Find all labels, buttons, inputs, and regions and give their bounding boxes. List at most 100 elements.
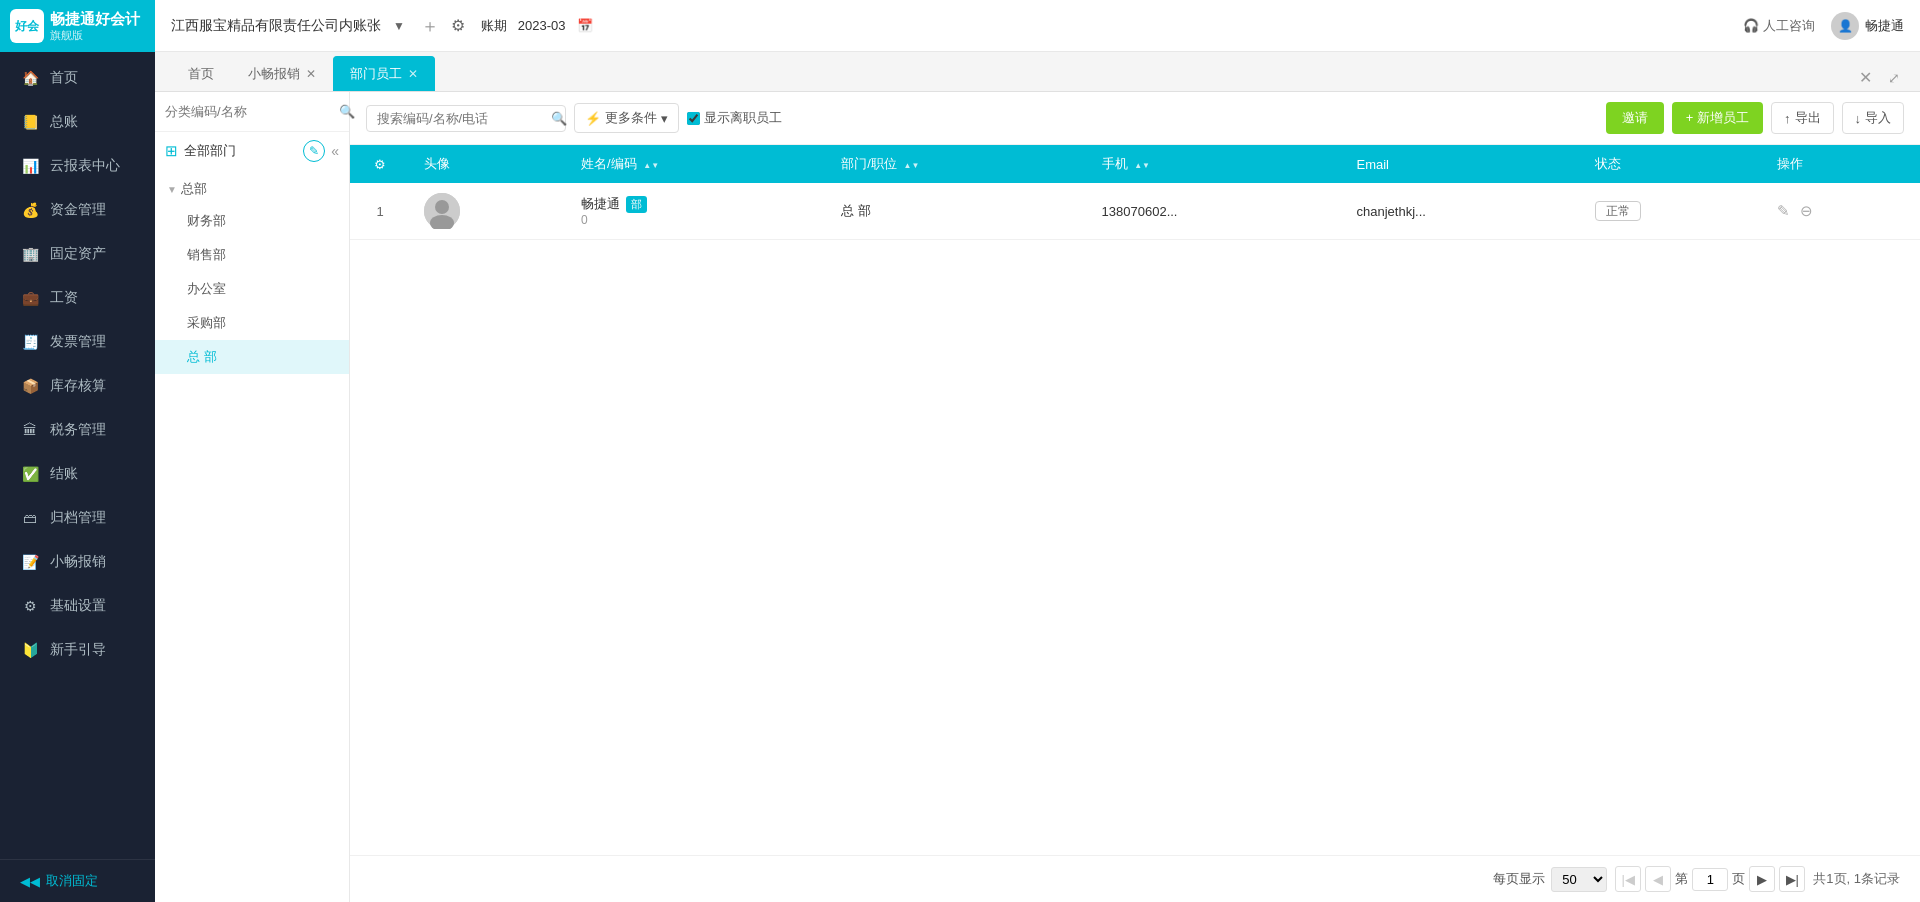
dept-item-headquarters[interactable]: 总 部: [155, 340, 349, 374]
col-name[interactable]: 姓名/编码 ▲▼: [567, 145, 827, 183]
col-dept[interactable]: 部门/职位 ▲▼: [827, 145, 1087, 183]
sidebar-item-settings[interactable]: ⚙ 基础设置: [0, 584, 155, 628]
calendar-icon[interactable]: 📅: [577, 18, 593, 33]
dept-label-sales: 销售部: [187, 247, 226, 262]
invite-label: 邀请: [1622, 110, 1648, 125]
expand-tab-button[interactable]: ⤢: [1884, 66, 1904, 90]
dept-all-label: 全部部门: [184, 142, 236, 160]
sidebar-item-tax[interactable]: 🏛 税务管理: [0, 408, 155, 452]
sidebar-label-tax: 税务管理: [50, 421, 106, 439]
sidebar-item-guide[interactable]: 🔰 新手引导: [0, 628, 155, 672]
sidebar-item-inventory[interactable]: 📦 库存核算: [0, 364, 155, 408]
sidebar-item-ledger[interactable]: 📒 总账: [0, 100, 155, 144]
dept-item-sales[interactable]: 销售部: [155, 238, 349, 272]
tab-reimbursement[interactable]: 小畅报销 ✕: [231, 56, 333, 91]
sidebar-item-fund[interactable]: 💰 资金管理: [0, 188, 155, 232]
add-company-button[interactable]: ＋: [421, 14, 439, 38]
col-phone[interactable]: 手机 ▲▼: [1088, 145, 1343, 183]
page-input[interactable]: [1692, 868, 1728, 891]
sidebar-item-asset[interactable]: 🏢 固定资产: [0, 232, 155, 276]
page-prev-button[interactable]: ◀: [1645, 866, 1671, 892]
consult-button[interactable]: 🎧 人工咨询: [1743, 17, 1815, 35]
page-text: 第: [1675, 870, 1688, 888]
settings-icon: ⚙: [20, 596, 40, 616]
asset-icon: 🏢: [20, 244, 40, 264]
settings-button[interactable]: ⚙: [451, 16, 465, 35]
sidebar-item-reimbursement[interactable]: 📝 小畅报销: [0, 540, 155, 584]
tabs-controls: ✕ ⤢: [1855, 64, 1904, 91]
page-last-button[interactable]: ▶|: [1779, 866, 1805, 892]
import-button[interactable]: ↓ 导入: [1842, 102, 1905, 134]
edit-button[interactable]: ✎: [1777, 202, 1790, 220]
dept-search-input[interactable]: [165, 104, 333, 119]
employee-search-input[interactable]: [377, 111, 545, 126]
sidebar-item-cloud-report[interactable]: 📊 云报表中心: [0, 144, 155, 188]
inventory-icon: 📦: [20, 376, 40, 396]
show-resigned-checkbox-label[interactable]: 显示离职员工: [687, 109, 782, 127]
dept-item-office[interactable]: 办公室: [155, 272, 349, 306]
dept-badge: 部: [626, 196, 647, 213]
headset-icon: 🎧: [1743, 18, 1759, 33]
row-phone-cell: 138070602...: [1088, 183, 1343, 240]
sidebar-item-home[interactable]: 🏠 首页: [0, 56, 155, 100]
dept-edit-button[interactable]: ✎: [303, 140, 325, 162]
tab-department[interactable]: 部门员工 ✕: [333, 56, 435, 91]
row-code: 0: [581, 213, 813, 227]
checkout-icon: ✅: [20, 464, 40, 484]
ledger-icon: 📒: [20, 112, 40, 132]
page-nav: |◀ ◀ 第 页 ▶ ▶|: [1615, 866, 1805, 892]
search-icon[interactable]: 🔍: [551, 111, 567, 126]
filter-button[interactable]: ⚡ 更多条件 ▾: [574, 103, 679, 133]
sidebar-item-salary[interactable]: 💼 工资: [0, 276, 155, 320]
logout-button[interactable]: ⊖: [1800, 202, 1813, 220]
action-icons: ✎ ⊖: [1777, 202, 1906, 220]
dept-label-headquarters: 总 部: [187, 349, 217, 364]
tab-reimbursement-label: 小畅报销: [248, 65, 300, 83]
logo-title: 畅捷通好会计: [50, 10, 140, 28]
col-gear[interactable]: ⚙: [350, 145, 410, 183]
logo-area: 好会 畅捷通好会计 旗舰版: [0, 0, 155, 52]
sidebar-label-fund: 资金管理: [50, 201, 106, 219]
row-email-cell: chanjethkj...: [1343, 183, 1582, 240]
reimbursement-icon: 📝: [20, 552, 40, 572]
invite-button[interactable]: 邀请: [1606, 102, 1664, 134]
archive-icon: 🗃: [20, 508, 40, 528]
tab-home[interactable]: 首页: [171, 56, 231, 91]
tab-department-label: 部门员工: [350, 65, 402, 83]
show-resigned-checkbox[interactable]: [687, 112, 700, 125]
user-menu[interactable]: 👤 畅捷通: [1831, 12, 1904, 40]
sidebar-item-archive[interactable]: 🗃 归档管理: [0, 496, 155, 540]
export-icon: ↑: [1784, 111, 1791, 126]
tab-department-close[interactable]: ✕: [408, 67, 418, 81]
dept-item-finance[interactable]: 财务部: [155, 204, 349, 238]
tab-reimbursement-close[interactable]: ✕: [306, 67, 316, 81]
tabs-bar: 首页 小畅报销 ✕ 部门员工 ✕ ✕ ⤢: [155, 52, 1920, 92]
row-name-cell: 畅捷通 部 0: [567, 183, 827, 240]
add-employee-button[interactable]: + 新增员工: [1672, 102, 1763, 134]
col-status: 状态: [1581, 145, 1763, 183]
filter-dropdown-icon: ▾: [661, 111, 668, 126]
row-name: 畅捷通 部: [581, 195, 813, 213]
dept-root[interactable]: ▼ 总部: [155, 174, 349, 204]
show-resigned-label: 显示离职员工: [704, 109, 782, 127]
dept-item-procurement[interactable]: 采购部: [155, 306, 349, 340]
page-next-button[interactable]: ▶: [1749, 866, 1775, 892]
sort-arrows-name: ▲▼: [643, 161, 659, 170]
page-first-button[interactable]: |◀: [1615, 866, 1641, 892]
sidebar-label-inventory: 库存核算: [50, 377, 106, 395]
topbar-right: 🎧 人工咨询 👤 畅捷通: [1743, 12, 1904, 40]
unpin-button[interactable]: ◀◀ 取消固定: [0, 859, 155, 902]
export-button[interactable]: ↑ 导出: [1771, 102, 1834, 134]
per-page-select[interactable]: 50 100 200: [1551, 867, 1607, 892]
sidebar-item-checkout[interactable]: ✅ 结账: [0, 452, 155, 496]
sidebar-item-invoice[interactable]: 🧾 发票管理: [0, 320, 155, 364]
dept-header: ⊞ 全部部门 ✎ «: [155, 132, 349, 170]
dept-collapse-button[interactable]: «: [331, 143, 339, 159]
period-label-text: 账期: [481, 18, 507, 33]
dept-label-office: 办公室: [187, 281, 226, 296]
content-area: 🔍 ⊞ 全部部门 ✎ « ▼ 总部 财务部 销售部: [155, 92, 1920, 902]
pagination: 每页显示 50 100 200 |◀ ◀ 第 页 ▶ ▶| 共1页, 1: [350, 855, 1920, 902]
sidebar-nav: 🏠 首页 📒 总账 📊 云报表中心 💰 资金管理 🏢 固定资产 💼 工资 🧾 发…: [0, 52, 155, 859]
close-tab-button[interactable]: ✕: [1855, 64, 1876, 91]
company-dropdown-icon[interactable]: ▼: [393, 19, 405, 33]
